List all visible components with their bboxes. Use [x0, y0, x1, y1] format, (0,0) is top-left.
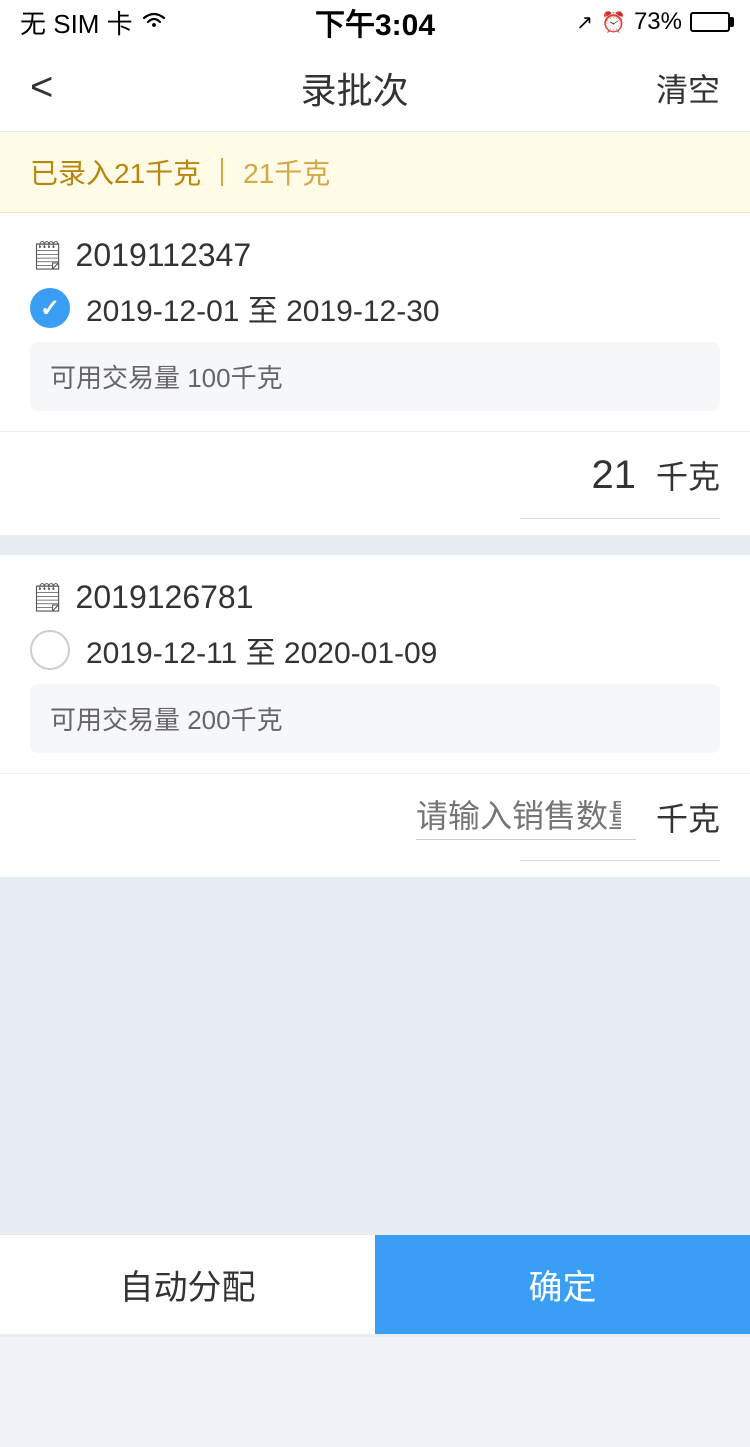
section-divider	[0, 535, 750, 555]
item-2-date: 2019-12-11 至 2020-01-09	[86, 628, 437, 672]
batch-item-2: 🗒 2019126781 2019-12-11 至 2020-01-09 可用交…	[0, 555, 750, 877]
item-2-input[interactable]	[416, 794, 636, 840]
item-2-amount-row: 千克	[0, 773, 750, 860]
page-title: 录批次	[301, 62, 409, 114]
item-1-date-row[interactable]: 2019-12-01 至 2019-12-30	[0, 286, 750, 342]
confirm-button[interactable]: 确定	[375, 1235, 750, 1334]
item-1-avail: 可用交易量 100千克	[30, 342, 720, 411]
recorded-label: 已录入21千克	[30, 152, 201, 192]
item-1-unit: 千克	[656, 452, 720, 498]
batch-item-1: 🗒 2019112347 2019-12-01 至 2019-12-30 可用交…	[0, 213, 750, 535]
item-2-radio[interactable]	[30, 630, 70, 670]
item-2-icon: 🗒	[30, 581, 66, 614]
battery-percent: 73%	[634, 8, 682, 36]
item-1-date: 2019-12-01 至 2019-12-30	[86, 286, 440, 330]
item-2-unit: 千克	[656, 794, 720, 840]
item-1-value: 21	[576, 453, 636, 498]
info-bar: 已录入21千克 21千克	[0, 132, 750, 213]
status-time: 下午3:04	[315, 0, 435, 44]
battery-icon	[690, 12, 730, 32]
status-bar: 无 SIM 卡 下午3:04 ↗ ⏰ 73%	[0, 0, 750, 44]
bottom-bar: 自动分配 确定	[0, 1234, 750, 1334]
status-right: ↗ ⏰ 73%	[576, 8, 730, 36]
back-button[interactable]: <	[30, 65, 53, 110]
recorded-amount: 21千克	[243, 152, 330, 192]
item-1-number: 2019112347	[76, 237, 252, 274]
item-2-avail: 可用交易量 200千克	[30, 684, 720, 753]
item-1-amount-row: 21 千克	[0, 431, 750, 518]
item-1-header: 🗒 2019112347	[0, 213, 750, 286]
item-2-number: 2019126781	[76, 579, 254, 616]
status-left: 无 SIM 卡	[20, 4, 167, 41]
carrier-text: 无 SIM 卡	[20, 4, 133, 41]
item-2-date-row[interactable]: 2019-12-11 至 2020-01-09	[0, 628, 750, 684]
wifi-icon	[141, 7, 167, 38]
item-1-radio[interactable]	[30, 288, 70, 328]
info-divider	[221, 158, 223, 186]
auto-distribute-button[interactable]: 自动分配	[0, 1235, 375, 1334]
location-icon: ↗	[576, 10, 593, 35]
alarm-icon: ⏰	[601, 10, 626, 35]
nav-bar: < 录批次 清空	[0, 44, 750, 132]
item-2-header: 🗒 2019126781	[0, 555, 750, 628]
clear-button[interactable]: 清空	[656, 65, 720, 111]
item-1-icon: 🗒	[30, 239, 66, 272]
